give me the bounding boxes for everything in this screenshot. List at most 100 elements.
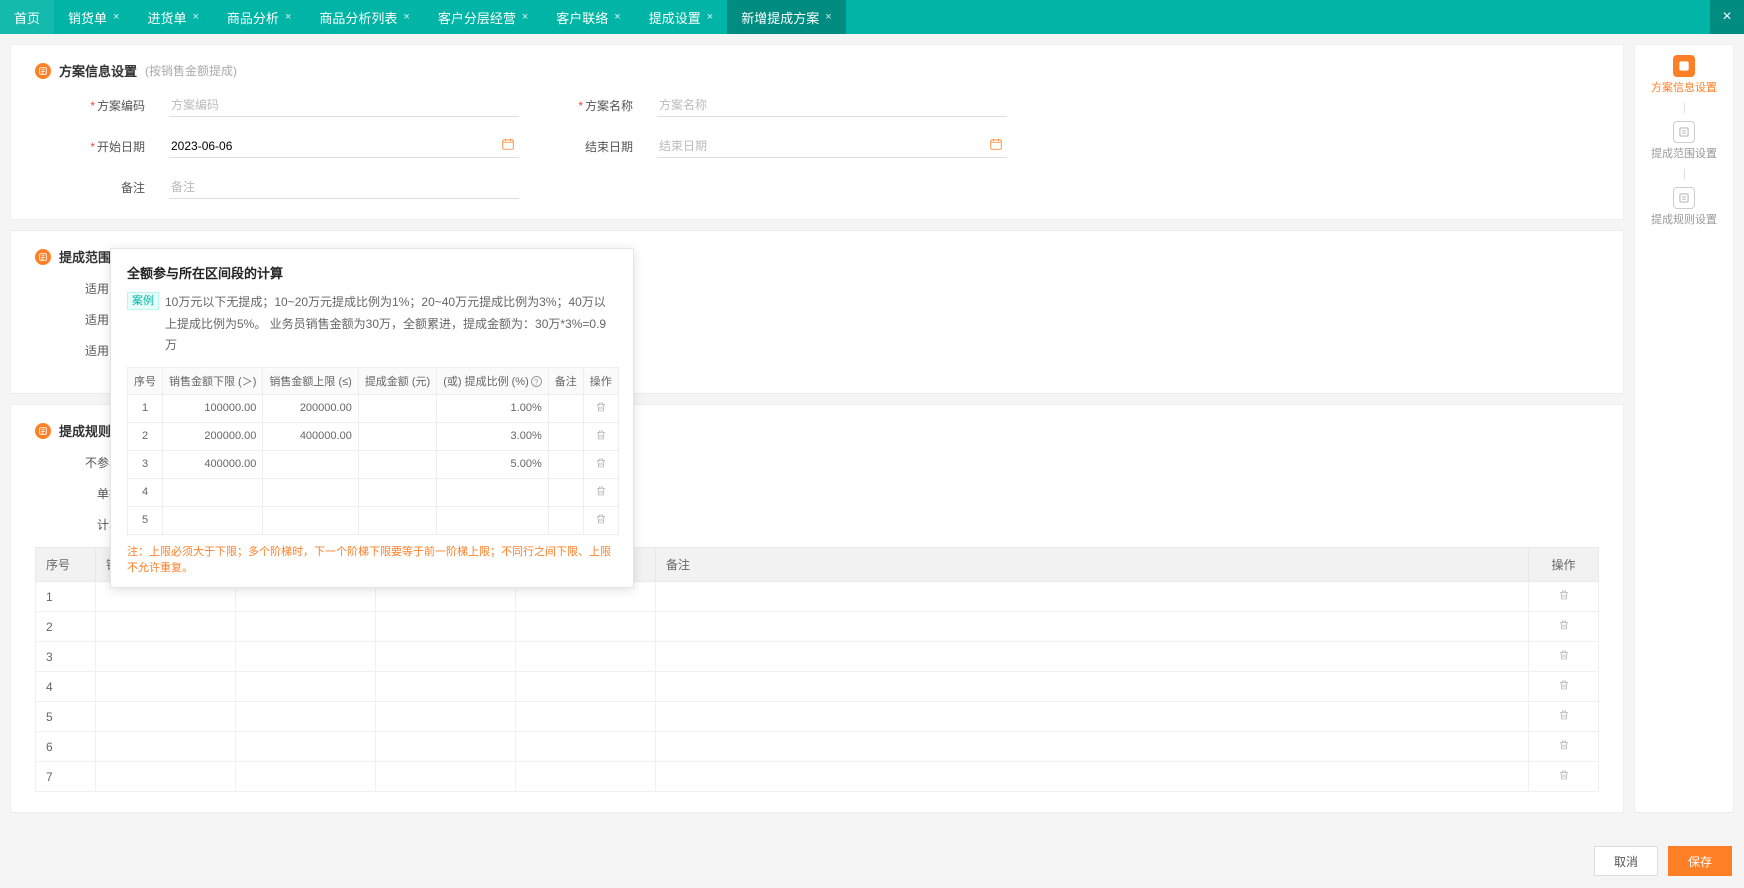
- cell-rate[interactable]: [516, 762, 656, 792]
- th-op: 操作: [1529, 548, 1599, 582]
- tab-4[interactable]: 商品分析列表 ×: [305, 0, 423, 34]
- delete-icon[interactable]: [595, 400, 607, 414]
- table-row: 2200000.00400000.003.00%: [128, 422, 619, 450]
- cell-lower[interactable]: [96, 642, 236, 672]
- tab-7[interactable]: 提成设置×: [635, 0, 727, 34]
- table-row[interactable]: 5: [36, 702, 1599, 732]
- close-icon[interactable]: ×: [522, 11, 528, 23]
- info-icon[interactable]: ?: [531, 376, 542, 387]
- section-subtitle: (按销售金额提成): [145, 62, 237, 79]
- cell-rate[interactable]: [516, 612, 656, 642]
- cell-rate[interactable]: [516, 732, 656, 762]
- cell-rate: [437, 478, 549, 506]
- table-row[interactable]: 3: [36, 642, 1599, 672]
- tab-1[interactable]: 销货单×: [54, 0, 133, 34]
- cell-upper[interactable]: [236, 702, 376, 732]
- tabs-bar: 首页销货单×进货单×商品分析×商品分析列表×客户分层经营×客户联络×提成设置×新…: [0, 0, 1744, 34]
- p-th-idx: 序号: [128, 367, 163, 394]
- cell-amount[interactable]: [376, 642, 516, 672]
- table-row: 3400000.005.00%: [128, 450, 619, 478]
- table-row[interactable]: 2: [36, 612, 1599, 642]
- save-button[interactable]: 保存: [1668, 846, 1732, 876]
- cell-amount[interactable]: [376, 702, 516, 732]
- cell-upper[interactable]: [236, 732, 376, 762]
- popover-note: 注：上限必须大于下限；多个阶梯时，下一个阶梯下限要等于前一阶梯上限；不同行之间下…: [127, 543, 617, 575]
- close-icon[interactable]: ×: [707, 11, 713, 23]
- anchor-item-1[interactable]: 提成范围设置: [1651, 121, 1717, 161]
- close-icon[interactable]: ×: [285, 11, 291, 23]
- cell-rate: [437, 506, 549, 534]
- cell-lower[interactable]: [96, 612, 236, 642]
- delete-icon[interactable]: [595, 456, 607, 470]
- anchor-item-0[interactable]: 方案信息设置: [1651, 55, 1717, 95]
- tabs-close-all[interactable]: ×: [1710, 0, 1744, 34]
- cell-lower[interactable]: [96, 672, 236, 702]
- table-row[interactable]: 6: [36, 732, 1599, 762]
- cell-upper[interactable]: [236, 762, 376, 792]
- delete-icon[interactable]: [1558, 618, 1570, 632]
- cell-idx: 1: [36, 582, 96, 612]
- cell-lower[interactable]: [96, 732, 236, 762]
- cell-amount[interactable]: [376, 732, 516, 762]
- tab-5[interactable]: 客户分层经营 ×: [424, 0, 542, 34]
- remark-input[interactable]: [169, 176, 519, 199]
- delete-icon[interactable]: [595, 428, 607, 442]
- plan-name-input[interactable]: [657, 94, 1007, 117]
- cell-remark[interactable]: [656, 672, 1529, 702]
- close-icon[interactable]: ×: [113, 11, 119, 23]
- p-th-remark: 备注: [548, 367, 583, 394]
- end-date-input[interactable]: [657, 135, 1007, 158]
- delete-icon[interactable]: [595, 484, 607, 498]
- cell-rate[interactable]: [516, 672, 656, 702]
- delete-icon[interactable]: [1558, 708, 1570, 722]
- cell-remark: [548, 394, 583, 422]
- tab-3[interactable]: 商品分析×: [213, 0, 305, 34]
- cell-amount: [358, 394, 436, 422]
- cell-amount[interactable]: [376, 762, 516, 792]
- tab-label: 客户联络: [556, 8, 608, 27]
- tab-label: 客户分层经营: [438, 8, 516, 27]
- close-icon[interactable]: ×: [825, 11, 831, 23]
- plan-code-input[interactable]: [169, 94, 519, 117]
- tab-8[interactable]: 新增提成方案 ×: [727, 0, 845, 34]
- tab-0[interactable]: 首页: [0, 0, 54, 34]
- close-icon[interactable]: ×: [192, 11, 198, 23]
- delete-icon[interactable]: [1558, 768, 1570, 782]
- cell-rate[interactable]: [516, 702, 656, 732]
- cell-lower: [163, 478, 263, 506]
- delete-icon[interactable]: [1558, 738, 1570, 752]
- cell-upper[interactable]: [236, 642, 376, 672]
- cell-upper[interactable]: [236, 672, 376, 702]
- cancel-button[interactable]: 取消: [1594, 846, 1658, 876]
- tab-label: 商品分析列表: [319, 8, 397, 27]
- cell-remark[interactable]: [656, 732, 1529, 762]
- delete-icon[interactable]: [595, 512, 607, 526]
- anchor-item-2[interactable]: 提成规则设置: [1651, 187, 1717, 227]
- cell-idx: 2: [36, 612, 96, 642]
- cell-lower[interactable]: [96, 702, 236, 732]
- tab-6[interactable]: 客户联络 ×: [542, 0, 634, 34]
- close-icon[interactable]: ×: [403, 11, 409, 23]
- table-row[interactable]: 7: [36, 762, 1599, 792]
- cell-amount[interactable]: [376, 612, 516, 642]
- cell-remark[interactable]: [656, 702, 1529, 732]
- close-icon[interactable]: ×: [614, 11, 620, 23]
- tab-2[interactable]: 进货单×: [133, 0, 212, 34]
- delete-icon[interactable]: [1558, 648, 1570, 662]
- cell-remark[interactable]: [656, 612, 1529, 642]
- example-badge: 案例: [127, 292, 159, 310]
- cell-amount[interactable]: [376, 672, 516, 702]
- tab-label: 新增提成方案: [741, 8, 819, 27]
- table-row[interactable]: 4: [36, 672, 1599, 702]
- cell-lower[interactable]: [96, 762, 236, 792]
- delete-icon[interactable]: [1558, 588, 1570, 602]
- cell-rate[interactable]: [516, 642, 656, 672]
- delete-icon[interactable]: [1558, 678, 1570, 692]
- cell-remark[interactable]: [656, 642, 1529, 672]
- cell-remark[interactable]: [656, 582, 1529, 612]
- cell-remark[interactable]: [656, 762, 1529, 792]
- start-date-input[interactable]: [169, 135, 519, 158]
- section-icon: [35, 423, 51, 439]
- cell-upper: 400000.00: [263, 422, 358, 450]
- cell-upper[interactable]: [236, 612, 376, 642]
